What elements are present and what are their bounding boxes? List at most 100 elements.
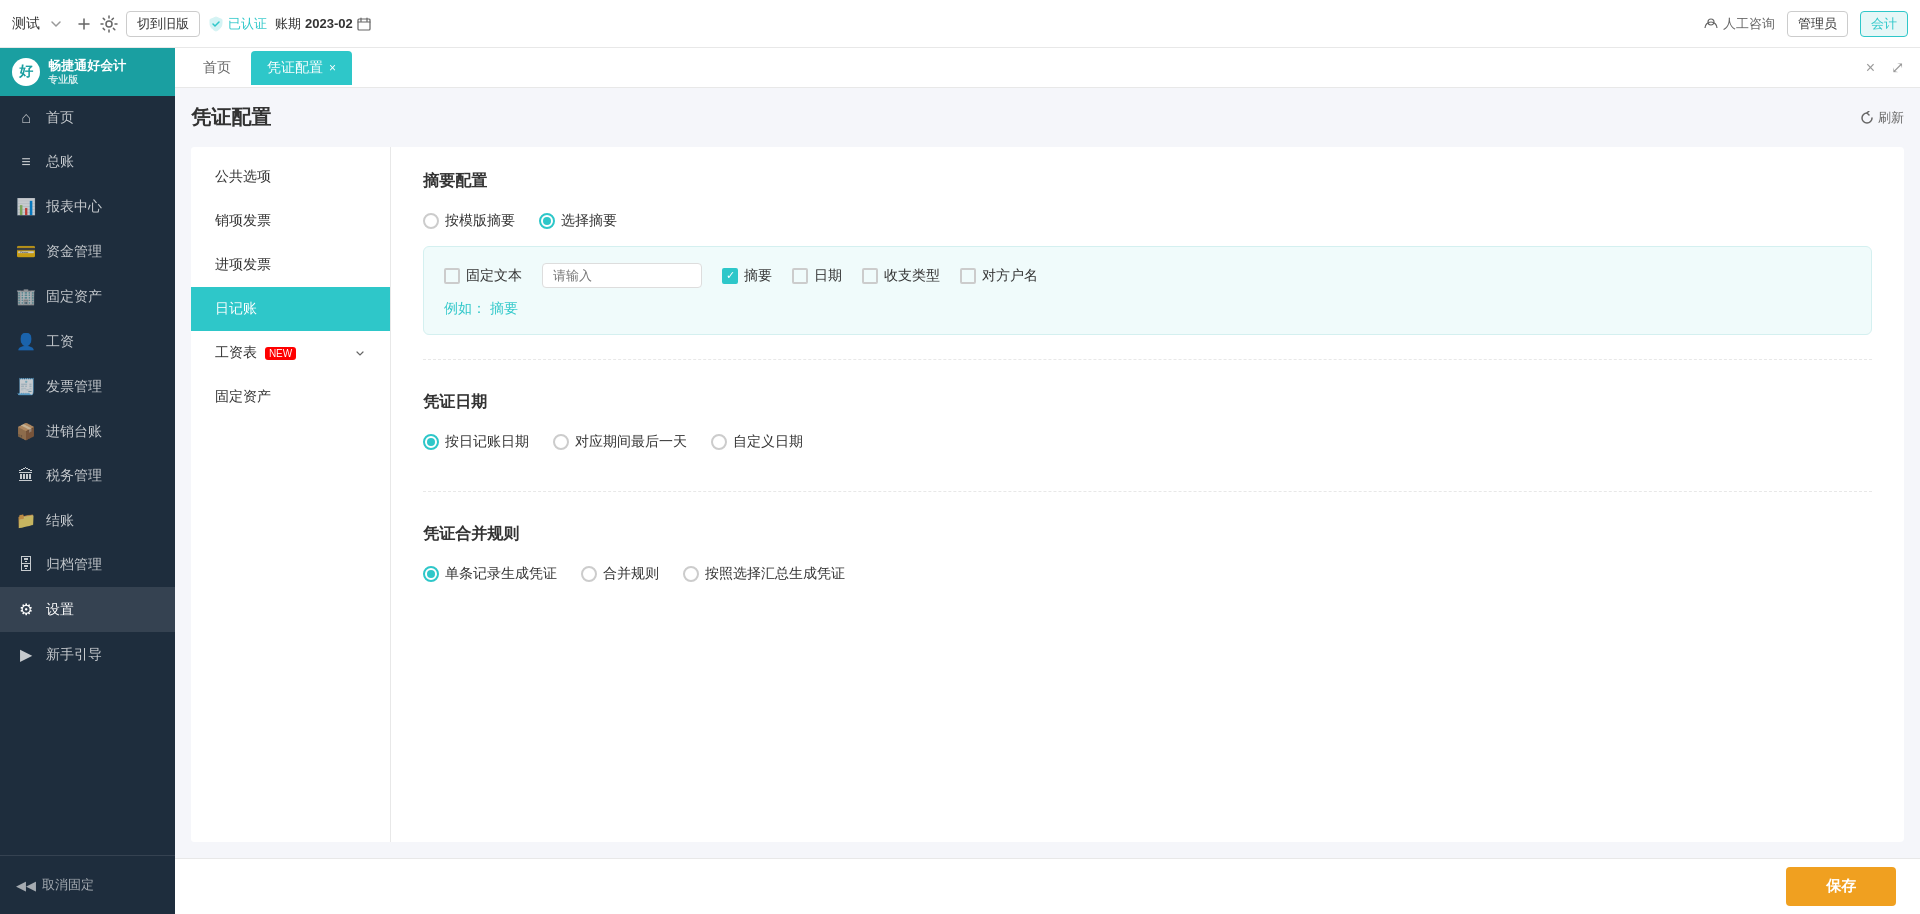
- summary-options-box: 固定文本 ✓ 摘要 日期: [423, 246, 1872, 335]
- refresh-icon: [1860, 111, 1874, 125]
- sidebar-item-closing[interactable]: 📁 结账: [0, 498, 175, 543]
- config-nav-public[interactable]: 公共选项: [191, 155, 390, 199]
- sidebar-item-purchase-sales[interactable]: 📦 进销台账: [0, 409, 175, 454]
- verified-label: 已认证: [228, 15, 267, 33]
- radio-template-summary[interactable]: 按模版摘要: [423, 212, 515, 230]
- fullscreen-btn[interactable]: ⤢: [1887, 54, 1908, 81]
- checkbox-summary[interactable]: ✓ 摘要: [722, 267, 772, 285]
- bottom-bar: 保存: [175, 858, 1920, 914]
- salary-icon: 👤: [16, 332, 36, 351]
- logo-icon: 好: [12, 58, 40, 86]
- sidebar-item-home[interactable]: ⌂ 首页: [0, 96, 175, 140]
- assets-icon: 🏢: [16, 287, 36, 306]
- sidebar-item-salary[interactable]: 👤 工资: [0, 319, 175, 364]
- radio-merge-rule[interactable]: 合并规则: [581, 565, 659, 583]
- invoices-icon: 🧾: [16, 377, 36, 396]
- tabs-right: × ⤢: [1862, 54, 1908, 81]
- sidebar-collapse-btn[interactable]: ◀◀ 取消固定: [0, 866, 175, 904]
- ledger-icon: ≡: [16, 153, 36, 171]
- top-header: 测试 切到旧版 已认证 账期 2023-02: [0, 0, 1920, 48]
- add-icon[interactable]: [76, 16, 92, 32]
- sidebar-label-archive: 归档管理: [46, 556, 102, 574]
- verified-badge: 已认证: [208, 15, 267, 33]
- config-nav-sales[interactable]: 销项发票: [191, 199, 390, 243]
- sidebar-label-purchase-sales: 进销台账: [46, 423, 102, 441]
- consult-label: 人工咨询: [1723, 15, 1775, 33]
- merge-rules-section: 凭证合并规则 单条记录生成凭证 合并规则: [423, 524, 1872, 623]
- logo-line1: 畅捷通好会计: [48, 58, 126, 74]
- date-checkbox: [792, 268, 808, 284]
- sidebar-label-closing: 结账: [46, 512, 74, 530]
- purchase-sales-icon: 📦: [16, 422, 36, 441]
- close-panel-btn[interactable]: ×: [1862, 54, 1879, 81]
- chevron-down-icon: [354, 347, 366, 359]
- old-version-btn[interactable]: 切到旧版: [126, 11, 200, 37]
- sidebar-label-invoices: 发票管理: [46, 378, 102, 396]
- dropdown-icon[interactable]: [48, 16, 64, 32]
- settings-icon[interactable]: [100, 15, 118, 33]
- manager-btn[interactable]: 管理员: [1787, 11, 1848, 37]
- sidebar-item-settings[interactable]: ⚙ 设置: [0, 587, 175, 632]
- sidebar-label-salary: 工资: [46, 333, 74, 351]
- example-text: 例如： 摘要: [444, 300, 1851, 318]
- save-btn[interactable]: 保存: [1786, 867, 1896, 906]
- tabs-bar: 首页 凭证配置 × × ⤢: [175, 48, 1920, 88]
- closing-icon: 📁: [16, 511, 36, 530]
- headset-icon: [1703, 16, 1719, 32]
- checkbox-fixed-text[interactable]: 固定文本: [444, 267, 522, 285]
- logo-line2: 专业版: [48, 74, 126, 86]
- tab-home[interactable]: 首页: [187, 51, 247, 85]
- sidebar-item-guide[interactable]: ▶ 新手引导: [0, 632, 175, 677]
- config-nav-payroll[interactable]: 工资表 NEW: [191, 331, 390, 375]
- svg-rect-1: [358, 19, 370, 30]
- company-name: 测试: [12, 15, 40, 33]
- calendar-icon[interactable]: [357, 17, 371, 31]
- checkbox-date[interactable]: 日期: [792, 267, 842, 285]
- merge-rules-title: 凭证合并规则: [423, 524, 1872, 545]
- config-nav-fixed-assets[interactable]: 固定资产: [191, 375, 390, 419]
- page-header: 凭证配置 刷新: [191, 104, 1904, 131]
- fixed-text-input[interactable]: [542, 263, 702, 288]
- checkbox-income-type[interactable]: 收支类型: [862, 267, 940, 285]
- consult-btn[interactable]: 人工咨询: [1703, 15, 1775, 33]
- sidebar-scroll: ⌂ 首页 ≡ 总账 📊 报表中心 💳 资金管理 🏢 固定资产 👤 工资: [0, 96, 175, 855]
- sidebar-item-reports[interactable]: 📊 报表中心: [0, 184, 175, 229]
- sidebar-label-assets: 固定资产: [46, 288, 102, 306]
- summary-radio-group: 按模版摘要 选择摘要: [423, 212, 1872, 230]
- home-icon: ⌂: [16, 109, 36, 127]
- tab-close-icon[interactable]: ×: [329, 61, 336, 75]
- radio-custom-date[interactable]: 自定义日期: [711, 433, 803, 451]
- sidebar-item-funds[interactable]: 💳 资金管理: [0, 229, 175, 274]
- sidebar-item-archive[interactable]: 🗄 归档管理: [0, 543, 175, 587]
- summary-options-row: 固定文本 ✓ 摘要 日期: [444, 263, 1851, 288]
- radio-aggregate[interactable]: 按照选择汇总生成凭证: [683, 565, 845, 583]
- page-title: 凭证配置: [191, 104, 271, 131]
- counterpart-checkbox: [960, 268, 976, 284]
- page-content: 凭证配置 刷新 公共选项 销项发票: [175, 88, 1920, 858]
- merge-rules-radio-group: 单条记录生成凭证 合并规则 按照选择汇总生成凭证: [423, 565, 1872, 583]
- tax-icon: 🏛: [16, 467, 36, 485]
- settings-sidebar-icon: ⚙: [16, 600, 36, 619]
- checkbox-counterpart[interactable]: 对方户名: [960, 267, 1038, 285]
- summary-config-section: 摘要配置 按模版摘要 选择摘要: [423, 171, 1872, 360]
- sidebar-item-ledger[interactable]: ≡ 总账: [0, 140, 175, 184]
- single-record-circle: [423, 566, 439, 582]
- sidebar-label-reports: 报表中心: [46, 198, 102, 216]
- radio-by-journal-date[interactable]: 按日记账日期: [423, 433, 529, 451]
- radio-select-summary[interactable]: 选择摘要: [539, 212, 617, 230]
- sidebar-label-settings: 设置: [46, 601, 74, 619]
- sidebar-label-home: 首页: [46, 109, 74, 127]
- config-nav-journal[interactable]: 日记账: [191, 287, 390, 331]
- radio-period-last-day[interactable]: 对应期间最后一天: [553, 433, 687, 451]
- voucher-date-title: 凭证日期: [423, 392, 1872, 413]
- sidebar-item-tax[interactable]: 🏛 税务管理: [0, 454, 175, 498]
- accountant-btn[interactable]: 会计: [1860, 11, 1908, 37]
- sidebar-item-assets[interactable]: 🏢 固定资产: [0, 274, 175, 319]
- new-badge: NEW: [265, 347, 296, 360]
- config-nav-purchase[interactable]: 进项发票: [191, 243, 390, 287]
- fixed-text-checkbox: [444, 268, 460, 284]
- radio-single-record[interactable]: 单条记录生成凭证: [423, 565, 557, 583]
- refresh-btn[interactable]: 刷新: [1860, 109, 1904, 127]
- tab-config[interactable]: 凭证配置 ×: [251, 51, 352, 85]
- sidebar-item-invoices[interactable]: 🧾 发票管理: [0, 364, 175, 409]
